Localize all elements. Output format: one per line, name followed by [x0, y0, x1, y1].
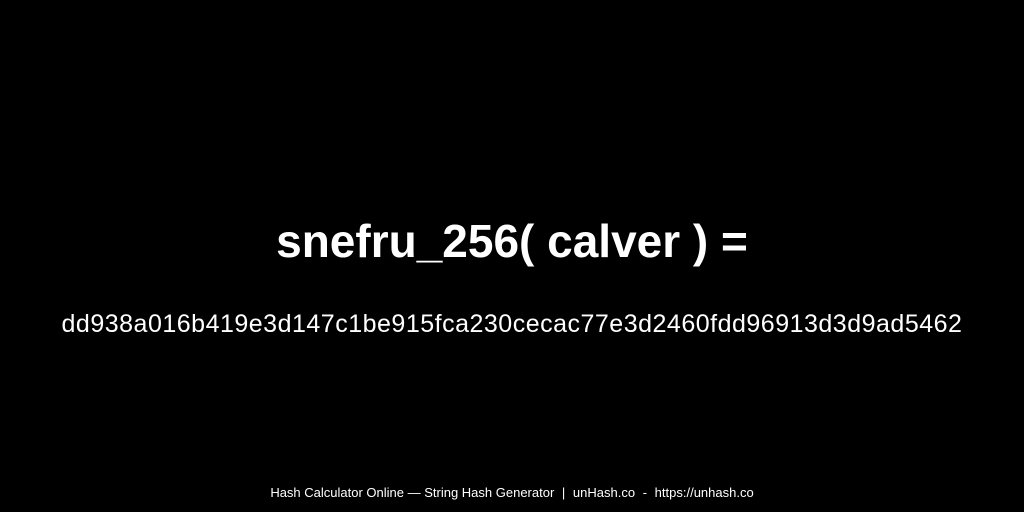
footer-url: https://unhash.co [655, 485, 754, 500]
footer-title: Hash Calculator Online — String Hash Gen… [270, 485, 554, 500]
hash-expression: snefru_256( calver ) = [276, 214, 748, 268]
footer-site-name: unHash.co [573, 485, 635, 500]
hash-result: dd938a016b419e3d147c1be915fca230cecac77e… [62, 310, 963, 339]
footer-separator: - [643, 485, 647, 500]
main-content: snefru_256( calver ) = dd938a016b419e3d1… [0, 0, 1024, 512]
footer-separator: | [562, 485, 565, 500]
footer: Hash Calculator Online — String Hash Gen… [0, 485, 1024, 500]
